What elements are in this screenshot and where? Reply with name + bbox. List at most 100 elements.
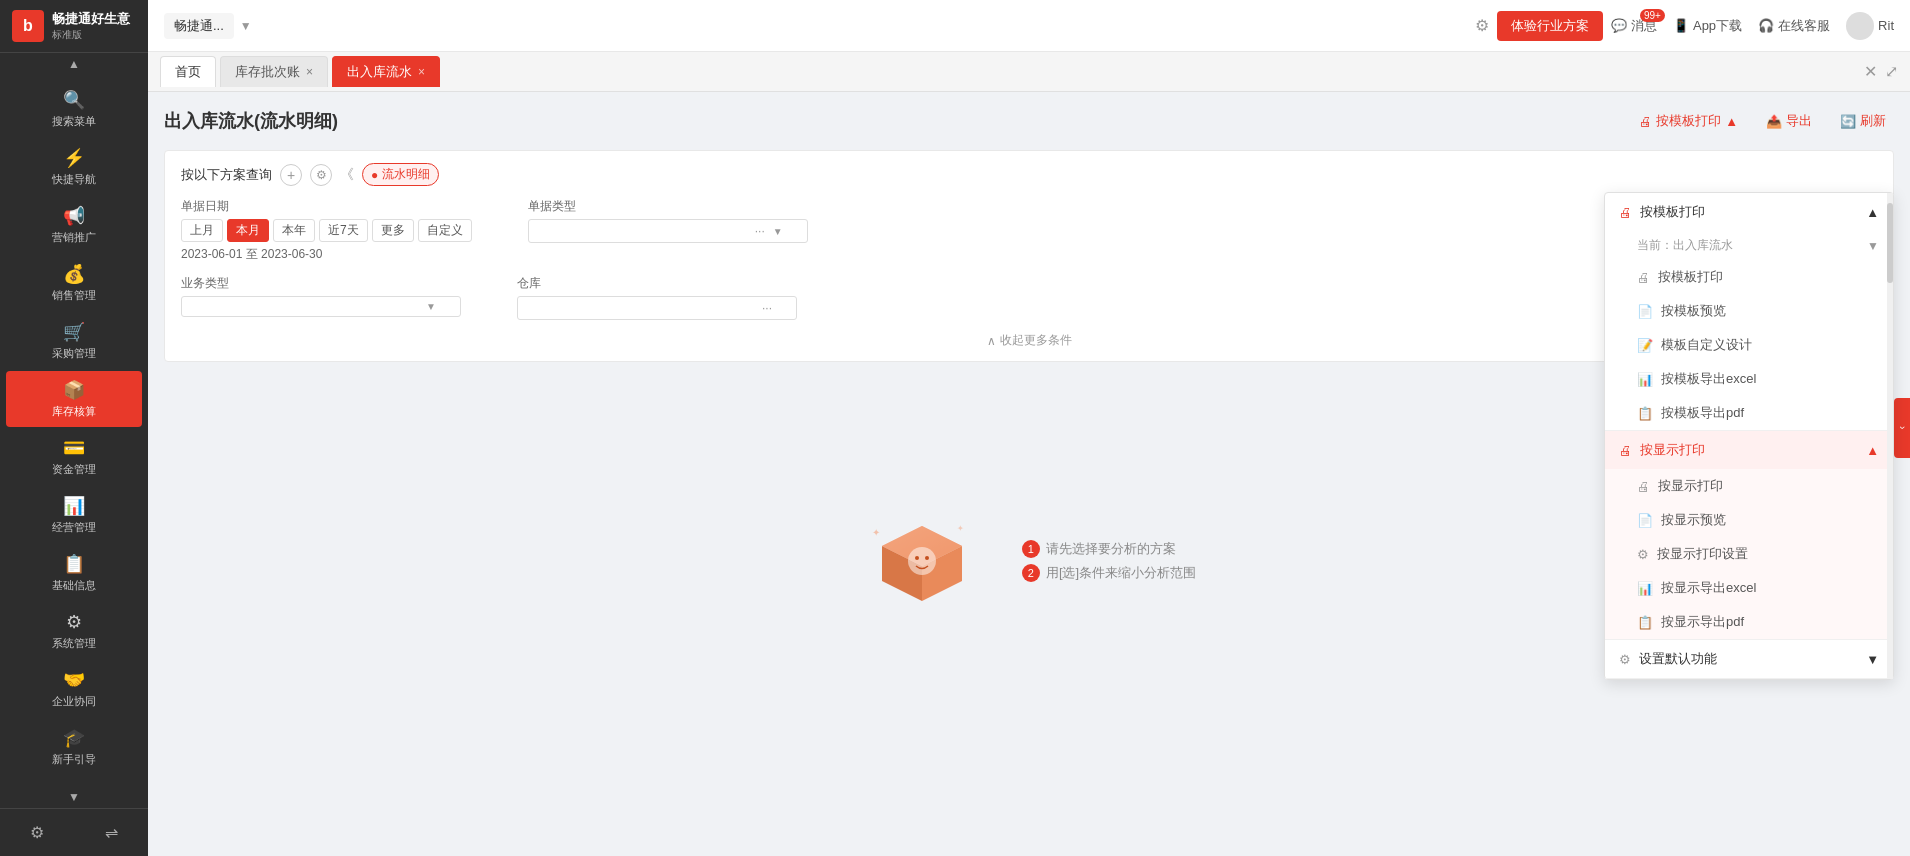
filter-voucher-type-more[interactable]: ··· bbox=[755, 224, 765, 238]
display-print-header[interactable]: 🖨 按显示打印 ▲ bbox=[1605, 431, 1893, 469]
sidebar-item-operations[interactable]: 📊 经营管理 bbox=[6, 487, 142, 543]
refresh-btn[interactable]: 🔄 刷新 bbox=[1832, 108, 1894, 134]
display-print-header-label: 按显示打印 bbox=[1640, 441, 1705, 459]
display-export-excel-label: 按显示导出excel bbox=[1661, 579, 1756, 597]
filter-add-btn[interactable]: + bbox=[280, 164, 302, 186]
display-print-settings-icon: ⚙ bbox=[1637, 547, 1649, 562]
filter-warehouse-select[interactable]: ··· bbox=[517, 296, 797, 320]
topbar-gear-icon[interactable]: ⚙ bbox=[1475, 16, 1489, 35]
search-menu-icon: 🔍 bbox=[63, 89, 85, 111]
sidebar-item-basic-info[interactable]: 📋 基础信息 bbox=[6, 545, 142, 601]
dropdown-item-display-preview[interactable]: 📄 按显示预览 bbox=[1605, 503, 1893, 537]
sidebar-bottom: ⚙ ⇌ bbox=[0, 808, 148, 856]
sidebar-item-quick-nav[interactable]: ⚡ 快捷导航 bbox=[6, 139, 142, 195]
print-template-btn[interactable]: 🖨 按模板打印 ▲ bbox=[1631, 108, 1746, 134]
set-default-label: 设置默认功能 bbox=[1639, 650, 1717, 668]
headset-icon: 🎧 bbox=[1758, 18, 1774, 33]
sidebar-item-system[interactable]: ⚙ 系统管理 bbox=[6, 603, 142, 659]
sidebar-settings-btn[interactable]: ⚙ bbox=[24, 817, 50, 848]
filter-voucher-type-select[interactable]: ··· ▼ bbox=[528, 219, 808, 243]
dropdown-section-display: 🖨 按显示打印 ▲ 🖨 按显示打印 📄 按显示预览 ⚙ bbox=[1605, 431, 1893, 640]
tab-stock-flow-label: 出入库流水 bbox=[347, 63, 412, 81]
empty-state-img: ✦ ✦ bbox=[862, 496, 982, 616]
avatar-img bbox=[1846, 12, 1874, 40]
filter-tag-icon: ● bbox=[371, 168, 378, 182]
sidebar-item-marketing[interactable]: 📢 营销推广 bbox=[6, 197, 142, 253]
filter-biz-type-label: 业务类型 bbox=[181, 275, 461, 292]
set-default-header[interactable]: ⚙ 设置默认功能 ▼ bbox=[1605, 640, 1893, 678]
message-btn[interactable]: 💬 消息 99+ bbox=[1611, 17, 1657, 35]
dropdown-item-template-preview[interactable]: 📄 按模板预览 bbox=[1605, 294, 1893, 328]
tab-stock-flow-close[interactable]: × bbox=[418, 65, 425, 79]
sidebar-item-guide[interactable]: 🎓 新手引导 bbox=[6, 719, 142, 775]
page-actions: 🖨 按模板打印 ▲ 📤 导出 🔄 刷新 bbox=[1631, 108, 1894, 134]
template-preview-label: 按模板预览 bbox=[1661, 302, 1726, 320]
sidebar-scroll-up[interactable]: ▲ bbox=[68, 57, 80, 71]
page-title: 出入库流水(流水明细) bbox=[164, 109, 338, 133]
trial-btn[interactable]: 体验行业方案 bbox=[1497, 11, 1603, 41]
app-logo: b 畅捷通好生意 标准版 bbox=[0, 0, 148, 53]
dropdown-item-display-print[interactable]: 🖨 按显示打印 bbox=[1605, 469, 1893, 503]
display-preview-label: 按显示预览 bbox=[1661, 511, 1726, 529]
filter-date-control: 上月 本月 本年 近7天 更多 自定义 bbox=[181, 219, 472, 242]
display-print-icon: 🖨 bbox=[1637, 479, 1650, 494]
user-avatar[interactable]: Rit bbox=[1846, 12, 1894, 40]
display-print-header-icon: 🖨 bbox=[1619, 443, 1632, 458]
topbar-right: 💬 消息 99+ 📱 App下载 🎧 在线客服 Rit bbox=[1611, 12, 1894, 40]
set-default-icon: ⚙ bbox=[1619, 652, 1631, 667]
date-btn-last-month[interactable]: 上月 bbox=[181, 219, 223, 242]
dropdown-item-display-export-pdf[interactable]: 📋 按显示导出pdf bbox=[1605, 605, 1893, 639]
purchase-icon: 🛒 bbox=[63, 321, 85, 343]
dropdown-item-template-custom[interactable]: 📝 模板自定义设计 bbox=[1605, 328, 1893, 362]
app-download-btn[interactable]: 📱 App下载 bbox=[1673, 17, 1742, 35]
tab-stock-flow[interactable]: 出入库流水 × bbox=[332, 56, 440, 87]
sidebar-item-inventory[interactable]: 📦 库存核算 bbox=[6, 371, 142, 427]
date-btn-this-year[interactable]: 本年 bbox=[273, 219, 315, 242]
dropdown-item-template-export-excel[interactable]: 📊 按模板导出excel bbox=[1605, 362, 1893, 396]
collapse-icon: ∧ bbox=[987, 334, 996, 348]
right-edge-icon: › bbox=[1897, 426, 1908, 429]
filter-settings-btn[interactable]: ⚙ bbox=[310, 164, 332, 186]
account-selector: 畅捷通... ▼ bbox=[164, 13, 1467, 39]
scrollbar-thumb[interactable] bbox=[1887, 203, 1893, 283]
filter-warehouse-more[interactable]: ··· bbox=[762, 301, 772, 315]
display-print-arrow-icon: ▲ bbox=[1866, 443, 1879, 458]
dropdown-item-display-export-excel[interactable]: 📊 按显示导出excel bbox=[1605, 571, 1893, 605]
dropdown-item-template-print[interactable]: 🖨 按模板打印 bbox=[1605, 260, 1893, 294]
display-preview-icon: 📄 bbox=[1637, 513, 1653, 528]
template-custom-label: 模板自定义设计 bbox=[1661, 336, 1752, 354]
sidebar-item-sales[interactable]: 💰 销售管理 bbox=[6, 255, 142, 311]
sidebar-item-finance[interactable]: 💳 资金管理 bbox=[6, 429, 142, 485]
online-service-btn[interactable]: 🎧 在线客服 bbox=[1758, 17, 1830, 35]
sidebar-item-purchase[interactable]: 🛒 采购管理 bbox=[6, 313, 142, 369]
dropdown-item-template-export-pdf[interactable]: 📋 按模板导出pdf bbox=[1605, 396, 1893, 430]
tab-home[interactable]: 首页 bbox=[160, 56, 216, 87]
date-btn-last-7-days[interactable]: 近7天 bbox=[319, 219, 368, 242]
export-btn[interactable]: 📤 导出 bbox=[1758, 108, 1820, 134]
account-name[interactable]: 畅捷通... bbox=[164, 13, 234, 39]
sidebar-item-enterprise[interactable]: 🤝 企业协同 bbox=[6, 661, 142, 717]
date-btn-more[interactable]: 更多 bbox=[372, 219, 414, 242]
filter-biz-type: 业务类型 ▼ bbox=[181, 275, 461, 317]
marketing-icon: 📢 bbox=[63, 205, 85, 227]
tab-inventory-batch[interactable]: 库存批次账 × bbox=[220, 56, 328, 87]
sidebar-toggle-btn[interactable]: ⇌ bbox=[99, 817, 124, 848]
logo-icon: b bbox=[12, 10, 44, 42]
filter-collapse-btn[interactable]: 《 bbox=[340, 166, 354, 184]
template-print-header[interactable]: 🖨 按模板打印 ▲ bbox=[1605, 193, 1893, 231]
window-close-btn[interactable]: ✕ bbox=[1864, 62, 1877, 81]
filter-biz-type-select[interactable]: ▼ bbox=[181, 296, 461, 317]
date-btn-this-month[interactable]: 本月 bbox=[227, 219, 269, 242]
empty-hint-2: 2 用[选]条件来缩小分析范围 bbox=[1022, 564, 1196, 582]
dropdown-item-display-print-settings[interactable]: ⚙ 按显示打印设置 bbox=[1605, 537, 1893, 571]
date-btn-custom[interactable]: 自定义 bbox=[418, 219, 472, 242]
sidebar-scroll-down[interactable]: ▼ bbox=[68, 790, 80, 804]
dropdown-section-template: 🖨 按模板打印 ▲ 当前：出入库流水 ▼ 🖨 按模板打印 📄 bbox=[1605, 193, 1893, 431]
message-badge: 99+ bbox=[1640, 9, 1665, 22]
collapse-btn[interactable]: ∧ 收起更多条件 bbox=[987, 332, 1072, 349]
tab-inventory-batch-close[interactable]: × bbox=[306, 65, 313, 79]
right-edge-btn[interactable]: › bbox=[1894, 398, 1910, 458]
sidebar-item-app-center[interactable]: 🔲 应用中心 bbox=[6, 777, 142, 786]
window-maximize-btn[interactable]: ⤢ bbox=[1885, 62, 1898, 81]
sidebar-item-search-menu[interactable]: 🔍 搜索菜单 bbox=[6, 81, 142, 137]
